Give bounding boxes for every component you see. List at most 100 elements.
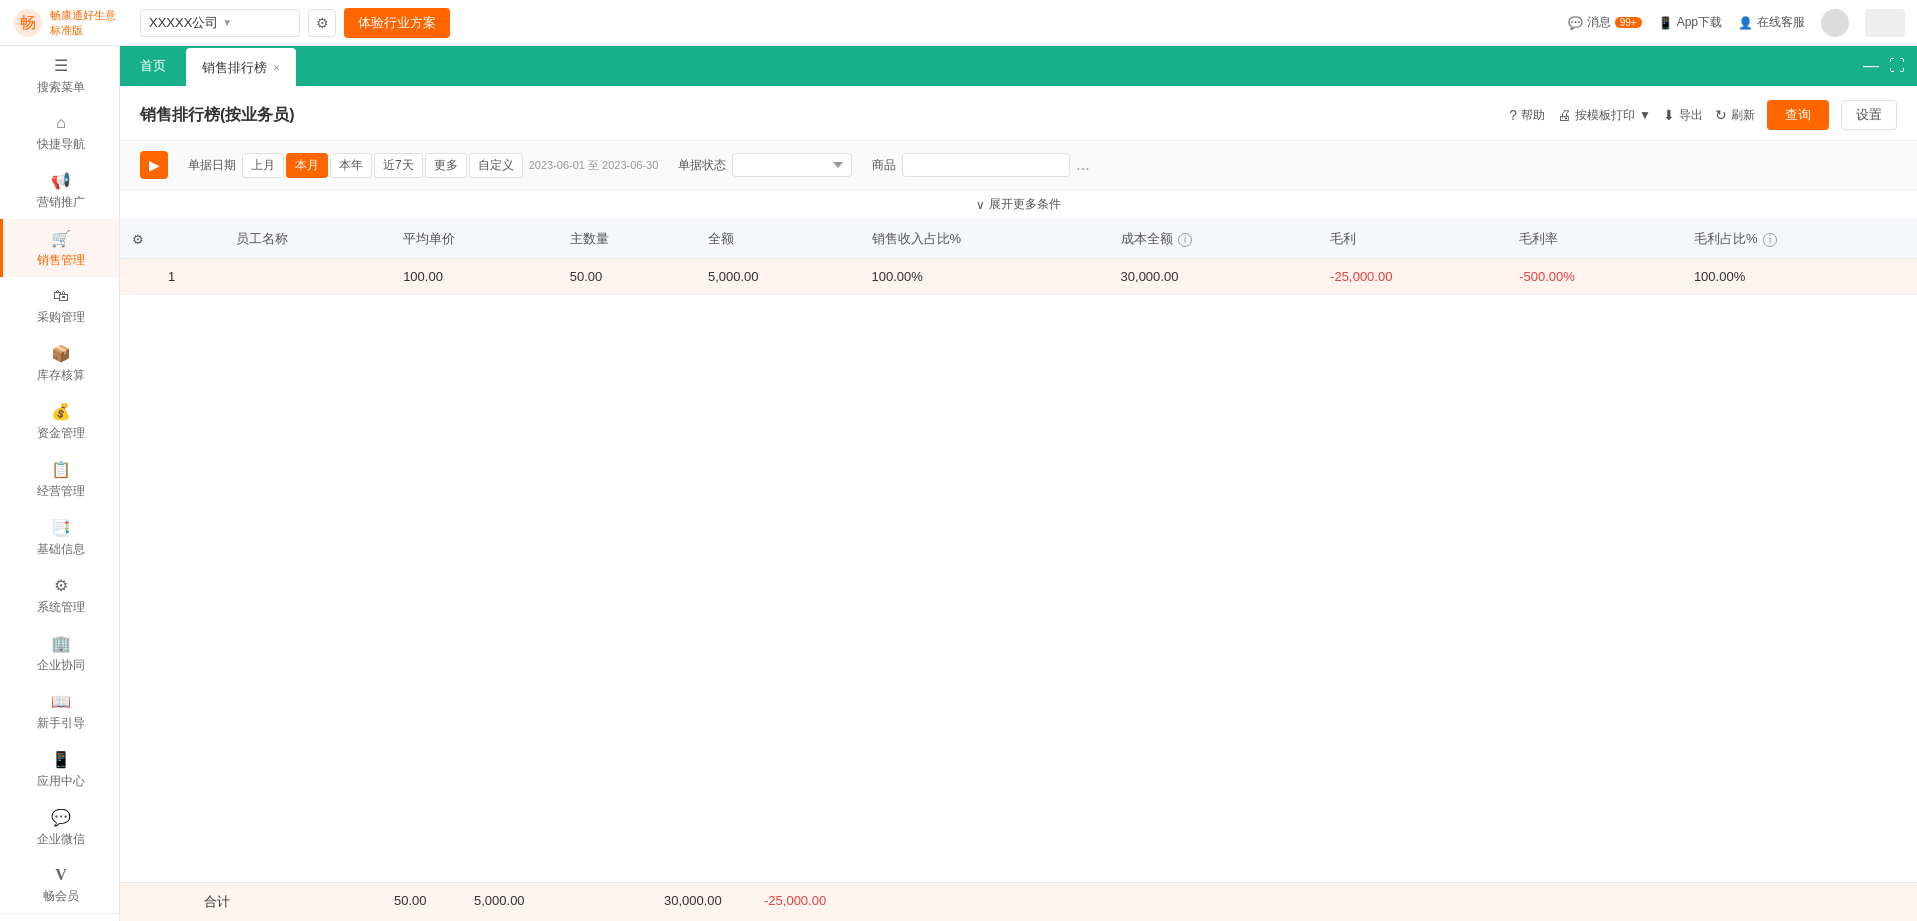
sidebar-item-apps[interactable]: 📱 应用中心 bbox=[0, 740, 119, 798]
messages-label: 消息 bbox=[1587, 14, 1611, 31]
footer-label: 合计 bbox=[192, 893, 292, 911]
status-select[interactable] bbox=[732, 153, 852, 177]
sidebar-item-member[interactable]: V 畅会员 bbox=[0, 856, 119, 913]
sidebar-item-operation[interactable]: 📋 经营管理 bbox=[0, 450, 119, 508]
date-prev-month[interactable]: 上月 bbox=[242, 153, 284, 178]
cell-name bbox=[224, 259, 391, 295]
sidebar-item-wechat[interactable]: 💬 企业微信 bbox=[0, 798, 119, 856]
app-download-label: App下载 bbox=[1677, 14, 1722, 31]
app-download-button[interactable]: 📱 App下载 bbox=[1658, 14, 1722, 31]
footer-empty-col bbox=[132, 893, 162, 911]
inventory-icon: 📦 bbox=[51, 344, 71, 363]
page-settings-button[interactable]: 设置 bbox=[1841, 100, 1897, 130]
query-button[interactable]: 查询 bbox=[1767, 100, 1829, 130]
table-wrapper: ⚙ 员工名称 平均单价 主数量 全额 销售收入占比% 成本全额 i bbox=[120, 220, 1917, 882]
tab-minimize-icon[interactable]: — bbox=[1863, 57, 1879, 75]
date-custom[interactable]: 自定义 bbox=[469, 153, 523, 178]
sidebar-item-label: 快捷导航 bbox=[37, 136, 85, 153]
col-cost: 成本全额 i bbox=[1109, 220, 1319, 259]
filter-expand-arrow[interactable]: ▶ bbox=[140, 151, 168, 179]
user-menu[interactable] bbox=[1865, 9, 1905, 37]
table-settings-icon[interactable]: ⚙ bbox=[132, 232, 144, 247]
cell-profit-pct: 100.00% bbox=[1682, 259, 1917, 295]
export-button[interactable]: ⬇ 导出 bbox=[1663, 107, 1703, 124]
cell-avg-price: 100.00 bbox=[391, 259, 558, 295]
expand-conditions-button[interactable]: ∨ 展开更多条件 bbox=[976, 196, 1061, 213]
help-icon: ? bbox=[1509, 107, 1517, 123]
sidebar: ☰ 搜索菜单 ⌂ 快捷导航 📢 营销推广 🛒 销售管理 🛍 采购管理 📦 库存核… bbox=[0, 46, 120, 921]
avatar[interactable] bbox=[1821, 9, 1849, 37]
footer-amount: 5,000.00 bbox=[462, 893, 552, 911]
experience-button[interactable]: 体验行业方案 bbox=[344, 8, 450, 38]
sidebar-item-quick-nav[interactable]: ⌂ 快捷导航 bbox=[0, 104, 119, 161]
page-content: 销售排行榜(按业务员) ? 帮助 🖨 按模板打印 ▼ ⬇ 导出 bbox=[120, 86, 1917, 921]
footer-profit: -25,000.00 bbox=[752, 893, 852, 911]
ellipsis-button[interactable]: ... bbox=[1076, 156, 1089, 174]
table-header: ⚙ 员工名称 平均单价 主数量 全额 销售收入占比% 成本全额 i bbox=[120, 220, 1917, 259]
cell-cost: 30,000.00 bbox=[1109, 259, 1319, 295]
tab-sales-ranking[interactable]: 销售排行榜 × bbox=[186, 48, 296, 88]
date-cur-year[interactable]: 本年 bbox=[330, 153, 372, 178]
date-7days[interactable]: 近7天 bbox=[374, 153, 423, 178]
print-button[interactable]: 🖨 按模板打印 ▼ bbox=[1557, 107, 1651, 124]
date-filter-label: 单据日期 bbox=[188, 157, 236, 174]
sidebar-item-label: 采购管理 bbox=[37, 309, 85, 326]
goods-input[interactable] bbox=[902, 153, 1070, 177]
col-margin: 毛利率 bbox=[1507, 220, 1682, 259]
logo-icon: 畅 bbox=[12, 7, 44, 39]
sidebar-item-system[interactable]: ⚙ 系统管理 bbox=[0, 566, 119, 624]
sidebar-item-purchase[interactable]: 🛍 采购管理 bbox=[0, 277, 119, 334]
col-settings[interactable]: ⚙ bbox=[120, 220, 156, 259]
sidebar-item-finance[interactable]: 💰 资金管理 bbox=[0, 392, 119, 450]
footer-cost: 30,000.00 bbox=[652, 893, 752, 911]
service-icon: 👤 bbox=[1738, 16, 1753, 30]
message-icon: 💬 bbox=[1568, 16, 1583, 30]
enterprise-icon: 🏢 bbox=[51, 634, 71, 653]
service-label: 在线客服 bbox=[1757, 14, 1805, 31]
help-button[interactable]: ? 帮助 bbox=[1509, 107, 1545, 124]
print-chevron-icon[interactable]: ▼ bbox=[1639, 108, 1651, 122]
sidebar-item-sales[interactable]: 🛒 销售管理 bbox=[0, 219, 119, 277]
messages-button[interactable]: 💬 消息 99+ bbox=[1568, 14, 1642, 31]
company-name: XXXXX公司 bbox=[149, 14, 218, 32]
sidebar-item-basic[interactable]: 📑 基础信息 bbox=[0, 508, 119, 566]
cell-quantity: 50.00 bbox=[558, 259, 696, 295]
filter-date-item: 单据日期 上月 本月 本年 近7天 更多 自定义 2023-06-01 至 20… bbox=[188, 153, 658, 178]
page-header-actions: ? 帮助 🖨 按模板打印 ▼ ⬇ 导出 ↻ 刷新 bbox=[1509, 100, 1897, 130]
help-label: 帮助 bbox=[1521, 107, 1545, 124]
tab-home[interactable]: 首页 bbox=[120, 46, 186, 86]
message-badge: 99+ bbox=[1615, 17, 1642, 28]
sidebar-item-marketing[interactable]: 📢 营销推广 bbox=[0, 161, 119, 219]
tab-expand-icon[interactable]: ⛶ bbox=[1889, 57, 1905, 75]
tab-close-icon[interactable]: × bbox=[273, 61, 280, 75]
online-service-button[interactable]: 👤 在线客服 bbox=[1738, 14, 1805, 31]
cost-info-icon[interactable]: i bbox=[1178, 233, 1192, 247]
footer-sales-pct-col bbox=[552, 893, 652, 911]
table-body: 1 100.00 50.00 5,000.00 100.00% 30,000.0… bbox=[120, 259, 1917, 295]
date-cur-month[interactable]: 本月 bbox=[286, 153, 328, 178]
date-more[interactable]: 更多 bbox=[425, 153, 467, 178]
sidebar-item-search-order[interactable]: ☰ 搜索菜单 bbox=[0, 46, 119, 104]
table-footer: 合计 50.00 5,000.00 30,000.00 -25,000.00 bbox=[120, 882, 1917, 921]
sidebar-item-enterprise[interactable]: 🏢 企业协同 bbox=[0, 624, 119, 682]
cell-rank: 1 bbox=[156, 259, 224, 295]
chevron-down-icon: ▼ bbox=[222, 17, 232, 28]
tab-bar-right: — ⛶ bbox=[1863, 57, 1917, 75]
sidebar-item-label: 营销推广 bbox=[37, 194, 85, 211]
expand-more-bar: ∨ 展开更多条件 bbox=[120, 190, 1917, 220]
cell-margin: -500.00% bbox=[1507, 259, 1682, 295]
sidebar-item-inventory[interactable]: 📦 库存核算 bbox=[0, 334, 119, 392]
profit-pct-info-icon[interactable]: i bbox=[1763, 233, 1777, 247]
sidebar-item-guide[interactable]: 📖 新手引导 bbox=[0, 682, 119, 740]
sidebar-item-label: 企业微信 bbox=[37, 831, 85, 848]
wechat-icon: 💬 bbox=[51, 808, 71, 827]
filter-bar: ▶ 单据日期 上月 本月 本年 近7天 更多 自定义 2023- bbox=[120, 141, 1917, 190]
company-selector[interactable]: XXXXX公司 ▼ bbox=[140, 9, 300, 37]
cell-profit: -25,000.00 bbox=[1318, 259, 1507, 295]
apps-icon: 📱 bbox=[51, 750, 71, 769]
marketing-icon: 📢 bbox=[51, 171, 71, 190]
col-profit-pct: 毛利占比% i bbox=[1682, 220, 1917, 259]
settings-gear-button[interactable]: ⚙ bbox=[308, 9, 336, 37]
refresh-button[interactable]: ↻ 刷新 bbox=[1715, 107, 1755, 124]
footer-profit-pct-col bbox=[942, 893, 1032, 911]
